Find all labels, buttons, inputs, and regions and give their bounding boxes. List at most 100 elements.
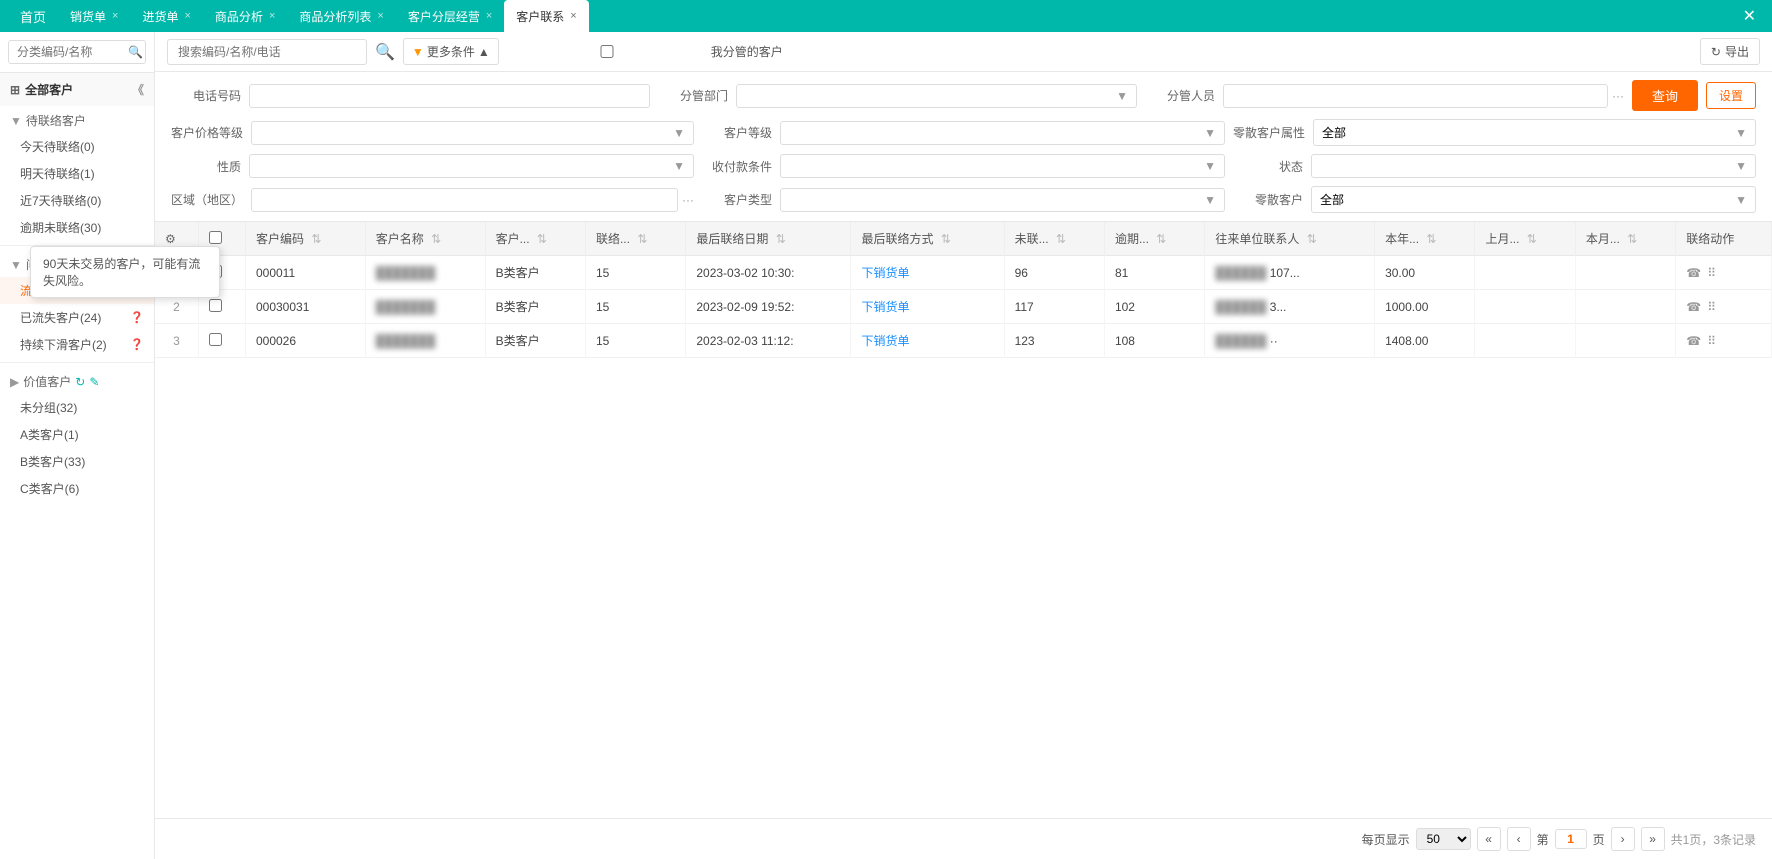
retail-customer-select[interactable]: 全部 ▼ <box>1311 186 1756 213</box>
sort-date-icon[interactable]: ⇅ <box>776 232 786 246</box>
sort-method-icon[interactable]: ⇅ <box>941 232 951 246</box>
tab-product-analysis[interactable]: 商品分析 × <box>203 0 287 32</box>
region-input[interactable] <box>251 188 678 212</box>
row-name: ███████ <box>365 256 485 290</box>
row-last-method: 下销货单 <box>851 324 1004 358</box>
retail-attr-select[interactable]: 全部 ▼ <box>1313 119 1756 146</box>
tab-purchase-order[interactable]: 进货单 × <box>130 0 202 32</box>
query-button[interactable]: 查询 <box>1632 80 1698 111</box>
dept-select[interactable]: ▼ <box>736 84 1137 108</box>
tab-home[interactable]: 首页 <box>8 7 58 26</box>
price-level-select[interactable]: ▼ <box>251 121 694 145</box>
row-checkbox[interactable] <box>209 299 222 312</box>
payment-select[interactable]: ▼ <box>780 154 1225 178</box>
sort-code-icon[interactable]: ⇅ <box>311 232 321 246</box>
chevron-down-icon5: ▼ <box>673 159 685 173</box>
close-sales-order-icon[interactable]: × <box>112 10 118 22</box>
customer-level-select[interactable]: ▼ <box>780 121 1225 145</box>
sidebar-item-c-class[interactable]: C类客户(6) <box>0 475 154 502</box>
close-customer-tier-icon[interactable]: × <box>486 10 492 22</box>
chevron-down-icon: ▼ <box>1116 89 1128 103</box>
action-more-icon[interactable]: ⠿ <box>1707 300 1716 314</box>
manager-input[interactable] <box>1223 84 1608 108</box>
sort-person-icon[interactable]: ⇅ <box>1307 232 1317 246</box>
search-input[interactable] <box>167 39 367 65</box>
close-purchase-order-icon[interactable]: × <box>184 10 190 22</box>
row-no-contact: 117 <box>1004 290 1104 324</box>
sort-name-icon[interactable]: ⇅ <box>431 232 441 246</box>
sidebar-item-overdue-contact[interactable]: 逾期未联络(30) <box>0 214 154 241</box>
last-method-link[interactable]: 下销货单 <box>861 300 909 314</box>
action-more-icon[interactable]: ⠿ <box>1707 266 1716 280</box>
last-page-button[interactable]: » <box>1641 827 1665 851</box>
row-this-year: 1000.00 <box>1375 290 1475 324</box>
select-all-checkbox[interactable] <box>209 231 222 244</box>
sort-this-month-icon[interactable]: ⇅ <box>1627 232 1637 246</box>
adv-customer-type-field: 客户类型 ▼ <box>702 188 1225 212</box>
export-icon: ↻ <box>1711 45 1721 59</box>
sidebar-search-wrap: 🔍 <box>0 32 154 73</box>
my-customer-checkbox[interactable] <box>507 45 707 58</box>
sidebar-item-a-class[interactable]: A类客户(1) <box>0 421 154 448</box>
tab-customer-contact[interactable]: 客户联系 × <box>504 0 588 32</box>
next-page-button[interactable]: › <box>1611 827 1635 851</box>
sort-type-icon[interactable]: ⇅ <box>537 232 547 246</box>
edit-icon[interactable]: ✎ <box>89 375 99 389</box>
row-action: ☎ ⠿ <box>1676 256 1772 290</box>
grid-icon: ⊞ <box>10 83 20 97</box>
sidebar-item-declining[interactable]: 持续下滑客户(2) ❓ <box>0 331 154 358</box>
tab-product-analysis-list[interactable]: 商品分析列表 × <box>287 0 395 32</box>
action-chat-icon[interactable]: ☎ <box>1686 300 1701 314</box>
customer-type-select[interactable]: ▼ <box>780 188 1225 212</box>
action-more-icon[interactable]: ⠿ <box>1707 334 1716 348</box>
last-method-link[interactable]: 下销货单 <box>861 266 909 280</box>
region-dots-button[interactable]: ··· <box>682 193 694 207</box>
tooltip-churn-warning: 90天未交易的客户，可能有流失风险。 <box>30 246 220 298</box>
manager-dots-button[interactable]: ··· <box>1612 89 1624 103</box>
sidebar-item-ungrouped[interactable]: 未分组(32) <box>0 394 154 421</box>
sidebar-item-week-contact[interactable]: 近7天待联络(0) <box>0 187 154 214</box>
first-page-button[interactable]: « <box>1477 827 1501 851</box>
sort-no-contact-icon[interactable]: ⇅ <box>1056 232 1066 246</box>
tab-customer-tier[interactable]: 客户分层经营 × <box>396 0 504 32</box>
close-customer-contact-icon[interactable]: × <box>570 10 576 22</box>
row-contact-person: ██████ 3... <box>1205 290 1375 324</box>
filter-bar: 🔍 ▼ 更多条件 ▲ 我分管的客户 ↻ 导出 <box>155 32 1772 72</box>
question-icon2: ❓ <box>130 311 144 324</box>
sidebar-item-tomorrow-contact[interactable]: 明天待联络(1) <box>0 160 154 187</box>
setting-button[interactable]: 设置 <box>1706 82 1756 109</box>
collapse-icon[interactable]: 《 <box>132 81 144 98</box>
status-select[interactable]: ▼ <box>1311 154 1756 178</box>
sidebar-group-value[interactable]: ▶ 价值客户 ↻ ✎ <box>0 367 154 394</box>
content-area: 🔍 ▼ 更多条件 ▲ 我分管的客户 ↻ 导出 电话号码 <box>155 32 1772 859</box>
phone-input[interactable] <box>249 84 650 108</box>
nature-select[interactable]: ▼ <box>249 154 694 178</box>
sidebar-search-input[interactable] <box>8 40 146 64</box>
sidebar-item-today-contact[interactable]: 今天待联络(0) <box>0 133 154 160</box>
sort-overdue-icon[interactable]: ⇅ <box>1156 232 1166 246</box>
sort-contact-icon[interactable]: ⇅ <box>637 232 647 246</box>
current-page-input[interactable] <box>1555 829 1587 849</box>
sort-last-month-icon[interactable]: ⇅ <box>1527 232 1537 246</box>
refresh-icon[interactable]: ↻ <box>75 375 85 389</box>
action-chat-icon[interactable]: ☎ <box>1686 334 1701 348</box>
sidebar-group-pending[interactable]: ▼ 待联络客户 <box>0 106 154 133</box>
close-product-analysis-icon[interactable]: × <box>269 10 275 22</box>
last-method-link[interactable]: 下销货单 <box>861 334 909 348</box>
row-last-month <box>1475 256 1575 290</box>
tab-sales-order[interactable]: 销货单 × <box>58 0 130 32</box>
more-conditions-button[interactable]: ▼ 更多条件 ▲ <box>403 38 499 65</box>
close-product-analysis-list-icon[interactable]: × <box>377 10 383 22</box>
per-page-select[interactable]: 50 100 200 <box>1416 828 1471 850</box>
prev-page-button[interactable]: ‹ <box>1507 827 1531 851</box>
search-button[interactable]: 🔍 <box>375 42 395 62</box>
action-chat-icon[interactable]: ☎ <box>1686 266 1701 280</box>
sort-year-icon[interactable]: ⇅ <box>1426 232 1436 246</box>
sidebar-item-b-class[interactable]: B类客户(33) <box>0 448 154 475</box>
sidebar-item-churned[interactable]: 已流失客户(24) ❓ <box>0 304 154 331</box>
row-last-month <box>1475 324 1575 358</box>
row-checkbox[interactable] <box>209 333 222 346</box>
window-close-icon[interactable]: ✕ <box>1735 6 1764 26</box>
table-row: 1 000011 ███████ B类客户 15 2023-03-02 10:3… <box>155 256 1772 290</box>
export-button[interactable]: ↻ 导出 <box>1700 38 1760 65</box>
